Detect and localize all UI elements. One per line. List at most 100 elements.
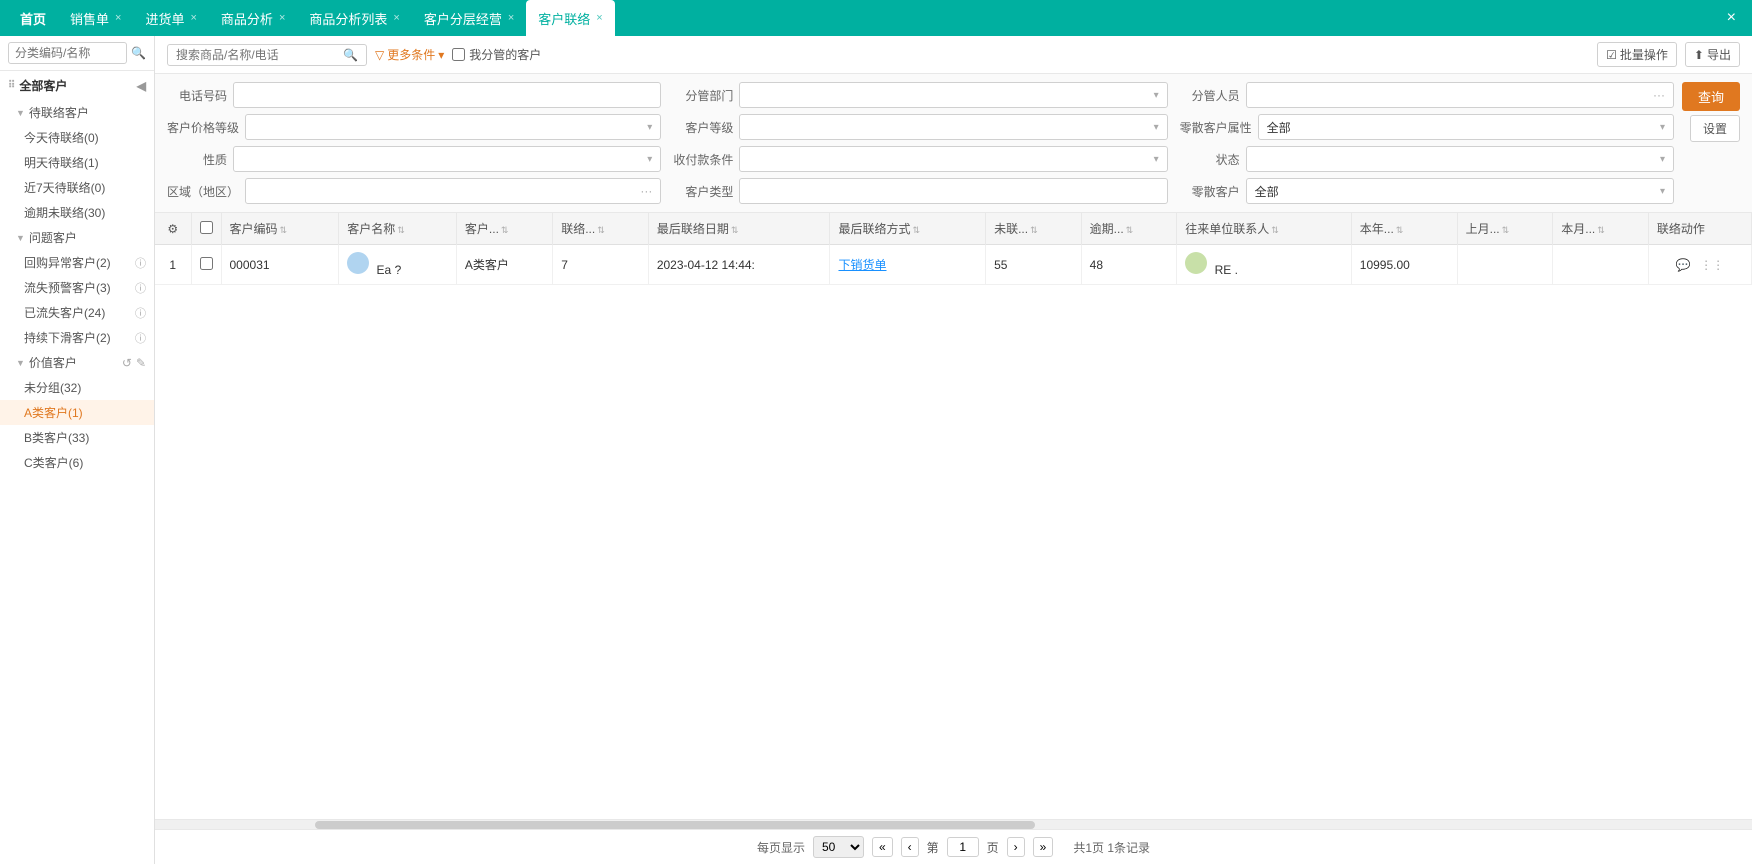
query-button[interactable]: 查询 (1682, 82, 1740, 111)
th-gear[interactable]: ⚙ (155, 213, 191, 245)
filter-search-icon[interactable]: 🔍 (343, 48, 358, 62)
sidebar-item-declining[interactable]: 持续下滑客户(2) ⓘ (0, 325, 154, 350)
nav-sales-close[interactable]: × (115, 12, 121, 24)
sidebar-item-churned[interactable]: 已流失客户(24) ⓘ (0, 300, 154, 325)
sidebar-item-type-b[interactable]: B类客户(33) (0, 425, 154, 450)
sidebar-item-type-a[interactable]: A类客户(1) (0, 400, 154, 425)
sidebar-item-churn-warning[interactable]: 流失预警客户(3) ⓘ (0, 275, 154, 300)
nav-purchase[interactable]: 进货单 × (133, 0, 208, 36)
adv-field-dept: 分管部门 ▾ (673, 82, 1167, 108)
sidebar-group-problem[interactable]: ▼ 问题客户 (0, 225, 154, 250)
filter-search-input[interactable] (176, 48, 339, 62)
nav-analysis-close[interactable]: × (279, 12, 285, 24)
not-contact-days-sort-icon[interactable]: ⇅ (1030, 225, 1038, 235)
sidebar-item-overdue[interactable]: 逾期未联络(30) (0, 200, 154, 225)
export-icon: ⬆ (1694, 48, 1704, 62)
nav-sales[interactable]: 销售单 × (58, 0, 133, 36)
code-sort-icon[interactable]: ⇅ (280, 225, 288, 235)
row-checkbox[interactable] (200, 257, 213, 270)
last-contact-date-sort-icon[interactable]: ⇅ (731, 225, 739, 235)
sidebar-group-pending[interactable]: ▼ 待联络客户 (0, 100, 154, 125)
adv-field-region-label: 区域（地区） (167, 183, 239, 200)
overdue-sort-icon[interactable]: ⇅ (1126, 225, 1134, 235)
nav-home[interactable]: 首页 (8, 0, 58, 36)
td-last-contact-method[interactable]: 下销货单 (830, 245, 986, 285)
first-page-button[interactable]: « (872, 837, 893, 857)
page-input[interactable] (947, 837, 979, 857)
th-last-contact-method-label: 最后联络方式 (838, 222, 910, 236)
adv-field-retail-cust-label: 零散客户 (1180, 183, 1240, 200)
nav-purchase-close[interactable]: × (190, 12, 196, 24)
adv-filter-row-2: 客户价格等级 ▾ 客户等级 ▾ 零散客户属性 (167, 114, 1674, 140)
adv-field-cust-type-input[interactable] (739, 178, 1167, 204)
th-checkbox[interactable] (191, 213, 221, 245)
select-all-checkbox[interactable] (200, 221, 213, 234)
horizontal-scrollbar[interactable] (155, 819, 1752, 829)
adv-field-retail-cust-select[interactable]: 全部▾ (1246, 178, 1674, 204)
adv-field-manager-input[interactable]: ··· (1246, 82, 1674, 108)
more-filters-button[interactable]: ▽ 更多条件 ▾ (375, 46, 444, 63)
adv-field-status-select[interactable]: ▾ (1246, 146, 1674, 172)
adv-field-payment-select[interactable]: ▾ (739, 146, 1167, 172)
year-amount-sort-icon[interactable]: ⇅ (1396, 225, 1404, 235)
sidebar-item-ungrouped[interactable]: 未分组(32) (0, 375, 154, 400)
collapse-icon[interactable]: ◀ (137, 79, 146, 93)
more-action-icon[interactable]: ⋮⋮ (1700, 258, 1724, 272)
churned-info-icon: ⓘ (135, 305, 146, 321)
close-all-tabs[interactable]: × (1719, 9, 1744, 27)
retail-attr-chevron-icon: ▾ (1660, 122, 1665, 133)
adv-field-phone-input[interactable] (233, 82, 661, 108)
sidebar-item-type-c[interactable]: C类客户(6) (0, 450, 154, 475)
adv-field-dept-select[interactable]: ▾ (739, 82, 1167, 108)
sidebar-item-today[interactable]: 今天待联络(0) (0, 125, 154, 150)
page-size-select[interactable]: 50 100 200 (813, 836, 864, 858)
adv-field-payment-label: 收付款条件 (673, 151, 733, 168)
value-refresh-icon[interactable]: ↺ (122, 356, 132, 370)
sidebar-search-icon[interactable]: 🔍 (131, 46, 146, 60)
last-contact-method-link[interactable]: 下销货单 (838, 258, 886, 272)
scrollbar-thumb[interactable] (315, 821, 1035, 829)
next-page-button[interactable]: › (1007, 837, 1025, 857)
this-month-amount-sort-icon[interactable]: ⇅ (1597, 225, 1605, 235)
adv-field-nature-select[interactable]: ▾ (233, 146, 661, 172)
company-contact-sort-icon[interactable]: ⇅ (1271, 225, 1279, 235)
td-contact-count: 7 (553, 245, 649, 285)
nav-customer-contact[interactable]: 客户联络 × (526, 0, 614, 36)
company-contact-text: RE . (1215, 263, 1238, 277)
adv-field-region-input[interactable]: ··· (245, 178, 661, 204)
sidebar-item-7days[interactable]: 近7天待联络(0) (0, 175, 154, 200)
chat-action-icon[interactable]: 💬 (1676, 258, 1691, 272)
my-customers-check[interactable]: 我分管的客户 (452, 46, 541, 63)
adv-field-retail-attr-select[interactable]: 全部▾ (1258, 114, 1674, 140)
nav-analysis[interactable]: 商品分析 × (209, 0, 297, 36)
sidebar-all-customers[interactable]: ⠿ 全部客户 ◀ (0, 71, 154, 100)
sidebar-item-tomorrow[interactable]: 明天待联络(1) (0, 150, 154, 175)
adv-field-cust-grade-select[interactable]: ▾ (739, 114, 1167, 140)
dots-icon: ⠿ (8, 80, 15, 91)
td-checkbox[interactable] (191, 245, 221, 285)
last-month-amount-sort-icon[interactable]: ⇅ (1502, 225, 1510, 235)
value-edit-icon[interactable]: ✎ (136, 356, 146, 370)
batch-op-button[interactable]: ☑ 批量操作 (1597, 42, 1677, 67)
nav-analysis-list-close[interactable]: × (393, 12, 399, 24)
last-contact-method-sort-icon[interactable]: ⇅ (913, 225, 921, 235)
sidebar-group-value[interactable]: ▼ 价值客户 ↺ ✎ (0, 350, 154, 375)
nav-customer-tier[interactable]: 客户分层经营 × (412, 0, 526, 36)
last-page-button[interactable]: » (1033, 837, 1054, 857)
nav-customer-contact-close[interactable]: × (596, 12, 602, 24)
th-year-amount-label: 本年... (1360, 222, 1394, 236)
nav-analysis-list[interactable]: 商品分析列表 × (297, 0, 411, 36)
my-customers-checkbox[interactable] (452, 48, 465, 61)
name-sort-icon[interactable]: ⇅ (397, 225, 405, 235)
repurchase-abnormal-info-icon: ⓘ (135, 255, 146, 271)
adv-field-price-grade-select[interactable]: ▾ (245, 114, 661, 140)
td-this-month-amount (1553, 245, 1649, 285)
nav-customer-tier-close[interactable]: × (508, 12, 514, 24)
contact-count-sort-icon[interactable]: ⇅ (597, 225, 605, 235)
export-button[interactable]: ⬆ 导出 (1685, 42, 1740, 67)
sidebar-item-repurchase-abnormal[interactable]: 回购异常客户(2) ⓘ (0, 250, 154, 275)
sidebar-search-input[interactable] (8, 42, 127, 64)
cust-type-sort-icon[interactable]: ⇅ (501, 225, 509, 235)
prev-page-button[interactable]: ‹ (901, 837, 919, 857)
adv-settings-button[interactable]: 设置 (1690, 115, 1740, 142)
